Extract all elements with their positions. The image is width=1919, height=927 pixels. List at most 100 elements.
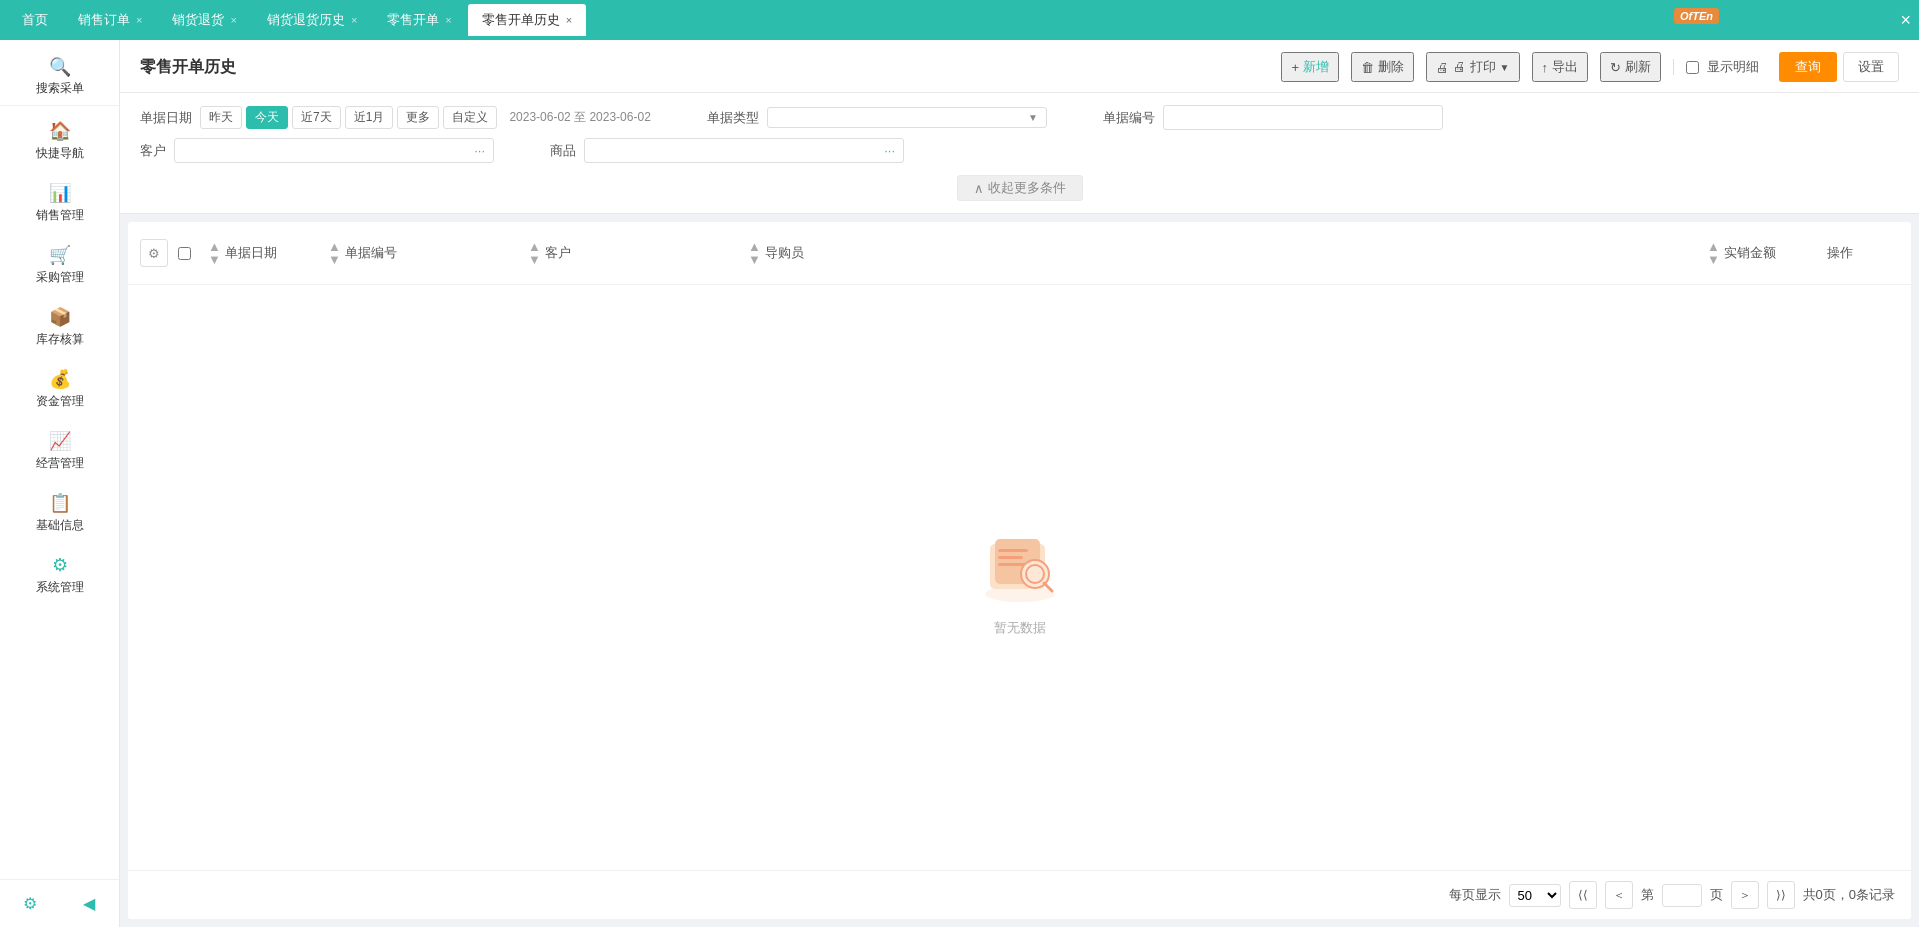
collapse-row: ∧ 收起更多条件 bbox=[140, 171, 1899, 201]
next-page-btn[interactable]: ＞ bbox=[1731, 881, 1759, 909]
page-title: 零售开单历史 bbox=[140, 57, 236, 78]
add-button[interactable]: + 新增 bbox=[1281, 52, 1339, 82]
th-flex bbox=[860, 243, 1699, 263]
export-label: 导出 bbox=[1552, 58, 1578, 76]
table-settings-btn[interactable]: ⚙ bbox=[140, 239, 168, 267]
close-icon[interactable]: × bbox=[136, 14, 142, 26]
date-7days[interactable]: 近7天 bbox=[292, 106, 341, 129]
print-dropdown-icon: ▼ bbox=[1500, 62, 1510, 73]
select-all-cell bbox=[168, 247, 200, 260]
filter-date-field: 单据日期 昨天 今天 近7天 近1月 更多 自定义 2023-06-02 至 2… bbox=[140, 106, 651, 129]
sort-icon: ▲▼ bbox=[1707, 240, 1720, 266]
th-amount[interactable]: ▲▼ 实销金额 bbox=[1699, 230, 1819, 276]
table-area: ⚙ ▲▼ 单据日期 ▲▼ 单据编号 ▲▼ 客户 ▲▼ 导 bbox=[128, 222, 1911, 919]
sidebar-item-biz-mgmt[interactable]: 📈 经营管理 bbox=[0, 420, 119, 482]
sidebar-item-purchase-mgmt[interactable]: 🛒 采购管理 bbox=[0, 234, 119, 296]
delete-label: 删除 bbox=[1378, 58, 1404, 76]
filter-customer-field: 客户 ··· bbox=[140, 138, 494, 163]
sidebar-item-sys-mgmt[interactable]: ⚙ 系统管理 bbox=[0, 544, 119, 606]
sidebar-item-sales-mgmt[interactable]: 📊 销售管理 bbox=[0, 172, 119, 234]
tab-home[interactable]: 首页 bbox=[8, 4, 62, 36]
chart-icon: 📊 bbox=[49, 182, 71, 204]
tab-sales-order[interactable]: 销售订单 × bbox=[64, 4, 156, 36]
close-icon[interactable]: × bbox=[351, 14, 357, 26]
th-num[interactable]: ▲▼ 单据编号 bbox=[320, 230, 520, 276]
box-icon: 📦 bbox=[49, 306, 71, 328]
sort-icon: ▲▼ bbox=[528, 240, 541, 266]
tab-retail-open[interactable]: 零售开单 × bbox=[373, 4, 465, 36]
query-button[interactable]: 查询 bbox=[1779, 52, 1837, 82]
sidebar-item-inventory[interactable]: 📦 库存核算 bbox=[0, 296, 119, 358]
tab-retail-history[interactable]: 零售开单历史 × bbox=[468, 4, 586, 36]
delete-button[interactable]: 🗑 删除 bbox=[1351, 52, 1414, 82]
page-input[interactable]: 1 bbox=[1662, 884, 1702, 907]
per-page-label: 每页显示 bbox=[1449, 886, 1501, 904]
customer-select[interactable]: ··· bbox=[174, 138, 494, 163]
th-guide-label: 导购员 bbox=[765, 244, 804, 262]
top-nav: 首页 销售订单 × 销货退货 × 销货退货历史 × 零售开单 × 零售开单历史 … bbox=[0, 0, 1919, 40]
trending-icon: 📈 bbox=[49, 430, 71, 452]
nav-close-all[interactable]: × bbox=[1900, 10, 1911, 31]
customer-label: 客户 bbox=[140, 142, 166, 160]
customer-dots[interactable]: ··· bbox=[474, 143, 485, 158]
close-icon[interactable]: × bbox=[230, 14, 236, 26]
collapse-button[interactable]: ∧ 收起更多条件 bbox=[957, 175, 1083, 201]
date-more[interactable]: 更多 bbox=[397, 106, 439, 129]
print-button[interactable]: 🖨 🖨 打印 ▼ bbox=[1426, 52, 1520, 82]
add-icon: + bbox=[1291, 60, 1299, 75]
th-date[interactable]: ▲▼ 单据日期 bbox=[200, 230, 320, 276]
top-nav-right: × bbox=[1900, 10, 1911, 31]
sidebar-item-label: 快捷导航 bbox=[36, 145, 84, 162]
settings-button[interactable]: 设置 bbox=[1843, 52, 1899, 82]
date-today[interactable]: 今天 bbox=[246, 106, 288, 129]
date-label: 单据日期 bbox=[140, 109, 192, 127]
sidebar-settings-btn[interactable]: ⚙ bbox=[0, 888, 60, 919]
export-button[interactable]: ↑ 导出 bbox=[1532, 52, 1589, 82]
sidebar-item-label: 系统管理 bbox=[36, 579, 84, 596]
close-icon[interactable]: × bbox=[566, 14, 572, 26]
tab-sales-return[interactable]: 销货退货 × bbox=[158, 4, 250, 36]
sidebar-collapse-btn[interactable]: ◀ bbox=[60, 888, 120, 919]
display-detail-input[interactable] bbox=[1686, 61, 1699, 74]
th-num-label: 单据编号 bbox=[345, 244, 397, 262]
brand-badge: OfTEn bbox=[1674, 8, 1719, 24]
export-icon: ↑ bbox=[1542, 60, 1549, 75]
num-input[interactable] bbox=[1163, 105, 1443, 130]
sidebar-item-quick-nav[interactable]: 🏠 快捷导航 bbox=[0, 110, 119, 172]
date-custom[interactable]: 自定义 bbox=[443, 106, 497, 129]
add-label: 新增 bbox=[1303, 58, 1329, 76]
th-customer-label: 客户 bbox=[545, 244, 571, 262]
prev-page-btn[interactable]: ＜ bbox=[1605, 881, 1633, 909]
last-page-btn[interactable]: ⟩⟩ bbox=[1767, 881, 1795, 909]
svg-rect-4 bbox=[998, 556, 1023, 559]
sidebar-item-finance-mgmt[interactable]: 💰 资金管理 bbox=[0, 358, 119, 420]
select-all-checkbox[interactable] bbox=[178, 247, 191, 260]
chevron-down-icon: ▼ bbox=[1028, 112, 1038, 123]
svg-rect-3 bbox=[998, 549, 1028, 552]
goods-select[interactable]: ··· bbox=[584, 138, 904, 163]
sidebar-search[interactable]: 🔍 搜索采单 bbox=[0, 48, 119, 106]
print-label: 🖨 打印 bbox=[1453, 58, 1496, 76]
refresh-button[interactable]: ↻ 刷新 bbox=[1600, 52, 1661, 82]
num-label: 单据编号 bbox=[1103, 109, 1155, 127]
delete-icon: 🗑 bbox=[1361, 60, 1374, 75]
collapse-label: 收起更多条件 bbox=[988, 179, 1066, 197]
close-icon[interactable]: × bbox=[445, 14, 451, 26]
th-customer[interactable]: ▲▼ 客户 bbox=[520, 230, 740, 276]
display-detail-checkbox[interactable]: 显示明细 bbox=[1686, 58, 1759, 76]
date-month[interactable]: 近1月 bbox=[345, 106, 394, 129]
gear-icon: ⚙ bbox=[52, 554, 68, 576]
sidebar-bottom: ⚙ ◀ bbox=[0, 879, 119, 927]
type-select[interactable]: ▼ bbox=[767, 107, 1047, 128]
type-label: 单据类型 bbox=[707, 109, 759, 127]
tab-sales-return-history[interactable]: 销货退货历史 × bbox=[253, 4, 371, 36]
first-page-btn[interactable]: ⟨⟨ bbox=[1569, 881, 1597, 909]
sidebar-item-label: 经营管理 bbox=[36, 455, 84, 472]
filter-goods-field: 商品 ··· bbox=[550, 138, 904, 163]
goods-dots[interactable]: ··· bbox=[884, 143, 895, 158]
total-text: 共0页，0条记录 bbox=[1803, 886, 1895, 904]
per-page-select[interactable]: 50 100 200 bbox=[1509, 884, 1561, 907]
date-yesterday[interactable]: 昨天 bbox=[200, 106, 242, 129]
sidebar-item-basic-info[interactable]: 📋 基础信息 bbox=[0, 482, 119, 544]
th-guide[interactable]: ▲▼ 导购员 bbox=[740, 230, 860, 276]
